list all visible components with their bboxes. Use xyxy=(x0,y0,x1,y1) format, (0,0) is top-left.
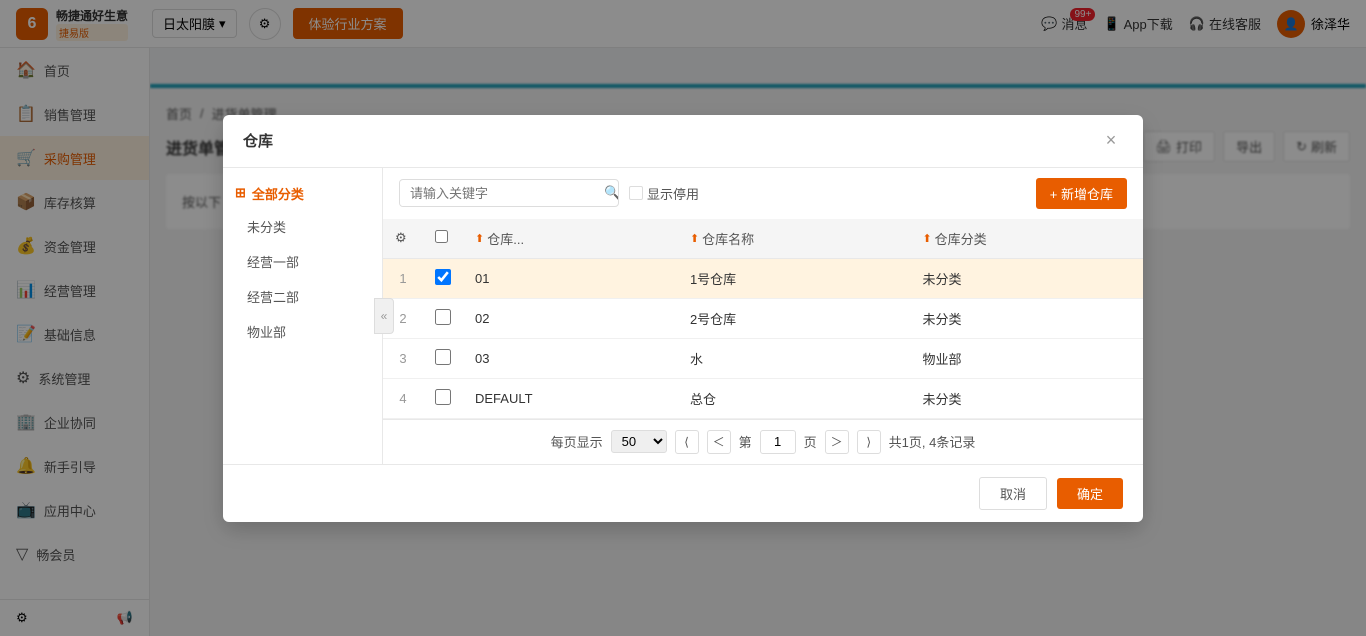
sort-icon-code: ⬆ xyxy=(475,232,484,245)
modal-overlay: 仓库 × ⊞ 全部分类 未分类 经营一部 经营二部 物业部 « xyxy=(0,0,1366,636)
sort-icon-category: ⬆ xyxy=(922,232,931,245)
show-disabled-checkbox[interactable] xyxy=(629,186,643,200)
row-code: 02 xyxy=(463,298,678,338)
category-item-ops2[interactable]: 经营二部 xyxy=(223,279,382,314)
category-panel: ⊞ 全部分类 未分类 经营一部 经营二部 物业部 « xyxy=(223,168,383,464)
row-checkbox[interactable] xyxy=(435,349,451,365)
page-size-select[interactable]: 50 10 20 100 xyxy=(611,430,667,453)
table-row[interactable]: 4 DEFAULT 总仓 未分类 xyxy=(383,378,1143,418)
table-body: 1 01 1号仓库 未分类 2 02 2号仓库 未分类 3 03 水 物业部 4… xyxy=(383,258,1143,418)
th-category: ⬆ 仓库分类 xyxy=(910,219,1143,259)
modal-footer: 取消 确定 xyxy=(223,464,1143,522)
show-disabled-label[interactable]: 显示停用 xyxy=(629,184,699,203)
modal-title: 仓库 xyxy=(243,130,273,151)
row-checkbox-cell[interactable] xyxy=(423,258,463,298)
table-header-row: ⚙ ⬆ 仓库... ⬆ xyxy=(383,219,1143,259)
modal-close-button[interactable]: × xyxy=(1099,129,1123,153)
row-category: 未分类 xyxy=(910,258,1143,298)
last-page-button[interactable]: ⟩ xyxy=(857,430,881,454)
th-name: ⬆ 仓库名称 xyxy=(678,219,911,259)
category-item-ops1[interactable]: 经营一部 xyxy=(223,244,382,279)
row-checkbox[interactable] xyxy=(435,269,451,285)
modal-body: ⊞ 全部分类 未分类 经营一部 经营二部 物业部 « 🔍 xyxy=(223,168,1143,464)
row-checkbox[interactable] xyxy=(435,309,451,325)
row-checkbox-cell[interactable] xyxy=(423,378,463,418)
select-all-checkbox[interactable] xyxy=(435,230,448,243)
prev-page-button[interactable]: ＜ xyxy=(707,430,731,454)
sort-icon-name: ⬆ xyxy=(690,232,699,245)
row-code: 03 xyxy=(463,338,678,378)
row-category: 未分类 xyxy=(910,378,1143,418)
search-input[interactable] xyxy=(400,181,596,206)
row-name: 2号仓库 xyxy=(678,298,911,338)
row-code: 01 xyxy=(463,258,678,298)
table-row[interactable]: 3 03 水 物业部 xyxy=(383,338,1143,378)
search-button[interactable]: 🔍 xyxy=(596,180,619,206)
row-code: DEFAULT xyxy=(463,378,678,418)
row-name: 1号仓库 xyxy=(678,258,911,298)
row-seq: 4 xyxy=(383,378,423,418)
row-name: 水 xyxy=(678,338,911,378)
th-gear: ⚙ xyxy=(383,219,423,259)
grid-icon: ⊞ xyxy=(235,185,246,201)
warehouse-modal: 仓库 × ⊞ 全部分类 未分类 经营一部 经营二部 物业部 « xyxy=(223,115,1143,522)
table-row[interactable]: 1 01 1号仓库 未分类 xyxy=(383,258,1143,298)
next-page-button[interactable]: ＞ xyxy=(825,430,849,454)
confirm-button[interactable]: 确定 xyxy=(1057,478,1123,509)
row-name: 总仓 xyxy=(678,378,911,418)
first-page-button[interactable]: ⟨ xyxy=(675,430,699,454)
page-input[interactable] xyxy=(760,430,796,454)
category-item-uncategorized[interactable]: 未分类 xyxy=(223,209,382,244)
row-checkbox-cell[interactable] xyxy=(423,338,463,378)
row-category: 未分类 xyxy=(910,298,1143,338)
collapse-panel-button[interactable]: « xyxy=(374,298,394,334)
row-checkbox[interactable] xyxy=(435,389,451,405)
table-toolbar: 🔍 显示停用 + 新增仓库 xyxy=(383,168,1143,219)
warehouse-table: ⚙ ⬆ 仓库... ⬆ xyxy=(383,219,1143,419)
row-seq: 1 xyxy=(383,258,423,298)
th-code: ⬆ 仓库... xyxy=(463,219,678,259)
modal-header: 仓库 × xyxy=(223,115,1143,168)
row-category: 物业部 xyxy=(910,338,1143,378)
cancel-button[interactable]: 取消 xyxy=(979,477,1047,510)
row-seq: 3 xyxy=(383,338,423,378)
search-box: 🔍 xyxy=(399,179,619,207)
table-row[interactable]: 2 02 2号仓库 未分类 xyxy=(383,298,1143,338)
category-item-property[interactable]: 物业部 xyxy=(223,314,382,349)
add-warehouse-button[interactable]: + 新增仓库 xyxy=(1036,178,1127,209)
category-all[interactable]: ⊞ 全部分类 xyxy=(223,178,382,209)
pagination: 每页显示 50 10 20 100 ⟨ ＜ 第 页 ＞ ⟩ 共1页, 4条记录 xyxy=(383,419,1143,464)
th-checkbox xyxy=(423,219,463,259)
row-checkbox-cell[interactable] xyxy=(423,298,463,338)
table-panel: 🔍 显示停用 + 新增仓库 ⚙ xyxy=(383,168,1143,464)
data-table: ⚙ ⬆ 仓库... ⬆ xyxy=(383,219,1143,419)
